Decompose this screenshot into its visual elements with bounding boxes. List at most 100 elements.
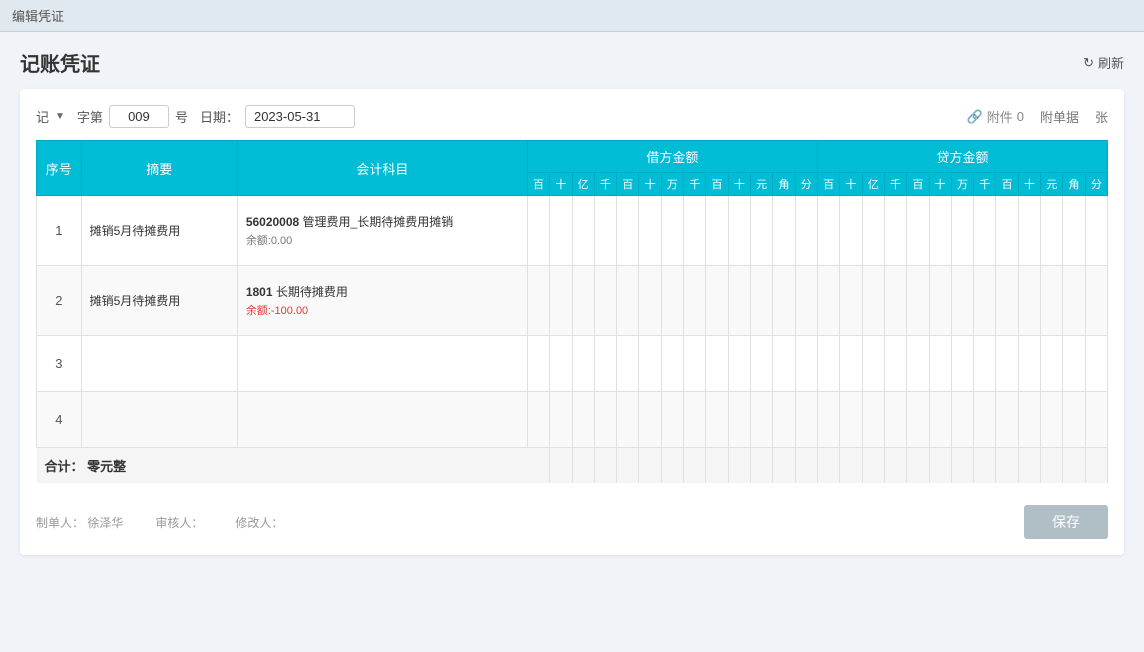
- cell-credit-0-2[interactable]: [862, 196, 884, 266]
- cell-debit-3-8[interactable]: [706, 392, 728, 448]
- cell-credit-1-12[interactable]: [1085, 266, 1107, 336]
- cell-credit-0-3[interactable]: [884, 196, 906, 266]
- cell-credit-2-8[interactable]: [996, 336, 1018, 392]
- cell-credit-1-3[interactable]: [884, 266, 906, 336]
- cell-credit-3-12[interactable]: [1085, 392, 1107, 448]
- cell-debit-2-5[interactable]: [639, 336, 661, 392]
- date-input[interactable]: [245, 105, 355, 128]
- cell-debit-1-7[interactable]: [684, 266, 706, 336]
- cell-credit-1-7[interactable]: [974, 266, 996, 336]
- cell-credit-2-1[interactable]: [840, 336, 862, 392]
- cell-credit-3-2[interactable]: [862, 392, 884, 448]
- cell-credit-3-9[interactable]: [1018, 392, 1040, 448]
- cell-credit-0-0[interactable]: [817, 196, 839, 266]
- cell-credit-2-11[interactable]: [1063, 336, 1085, 392]
- cell-debit-0-5[interactable]: [639, 196, 661, 266]
- cell-debit-2-2[interactable]: [572, 336, 594, 392]
- cell-debit-0-1[interactable]: [550, 196, 572, 266]
- cell-credit-1-2[interactable]: [862, 266, 884, 336]
- cell-credit-2-2[interactable]: [862, 336, 884, 392]
- cell-credit-1-5[interactable]: [929, 266, 951, 336]
- cell-debit-0-10[interactable]: [751, 196, 773, 266]
- attachment-link[interactable]: 🔗 附件 0: [967, 107, 1024, 126]
- cell-debit-0-7[interactable]: [684, 196, 706, 266]
- cell-debit-3-9[interactable]: [728, 392, 750, 448]
- cell-summary-2[interactable]: [81, 336, 237, 392]
- cell-credit-2-7[interactable]: [974, 336, 996, 392]
- cell-credit-2-12[interactable]: [1085, 336, 1107, 392]
- cell-credit-1-9[interactable]: [1018, 266, 1040, 336]
- cell-debit-3-12[interactable]: [795, 392, 817, 448]
- cell-debit-1-12[interactable]: [795, 266, 817, 336]
- cell-seq-0[interactable]: 1: [37, 196, 82, 266]
- cell-debit-3-11[interactable]: [773, 392, 795, 448]
- cell-credit-1-8[interactable]: [996, 266, 1018, 336]
- cell-seq-3[interactable]: 4: [37, 392, 82, 448]
- cell-debit-3-0[interactable]: [527, 392, 549, 448]
- cell-debit-3-6[interactable]: [661, 392, 683, 448]
- cell-debit-1-4[interactable]: [617, 266, 639, 336]
- cell-credit-0-1[interactable]: [840, 196, 862, 266]
- cell-credit-3-6[interactable]: [951, 392, 973, 448]
- cell-debit-2-7[interactable]: [684, 336, 706, 392]
- cell-debit-1-3[interactable]: [594, 266, 616, 336]
- cell-account-2[interactable]: [237, 336, 527, 392]
- save-button[interactable]: 保存: [1024, 505, 1108, 539]
- cell-credit-2-9[interactable]: [1018, 336, 1040, 392]
- cell-credit-3-8[interactable]: [996, 392, 1018, 448]
- cell-debit-1-11[interactable]: [773, 266, 795, 336]
- cell-debit-2-8[interactable]: [706, 336, 728, 392]
- cell-credit-0-11[interactable]: [1063, 196, 1085, 266]
- voucher-number-input[interactable]: [109, 105, 169, 128]
- cell-debit-2-12[interactable]: [795, 336, 817, 392]
- cell-debit-0-12[interactable]: [795, 196, 817, 266]
- cell-credit-2-3[interactable]: [884, 336, 906, 392]
- cell-credit-0-9[interactable]: [1018, 196, 1040, 266]
- cell-debit-0-11[interactable]: [773, 196, 795, 266]
- cell-credit-1-1[interactable]: [840, 266, 862, 336]
- cell-credit-2-6[interactable]: [951, 336, 973, 392]
- cell-credit-0-5[interactable]: [929, 196, 951, 266]
- cell-debit-1-6[interactable]: [661, 266, 683, 336]
- cell-debit-0-3[interactable]: [594, 196, 616, 266]
- cell-debit-1-5[interactable]: [639, 266, 661, 336]
- cell-debit-3-4[interactable]: [617, 392, 639, 448]
- cell-debit-2-11[interactable]: [773, 336, 795, 392]
- cell-credit-0-10[interactable]: [1041, 196, 1063, 266]
- cell-debit-3-7[interactable]: [684, 392, 706, 448]
- cell-credit-0-7[interactable]: [974, 196, 996, 266]
- cell-debit-1-8[interactable]: [706, 266, 728, 336]
- cell-debit-2-1[interactable]: [550, 336, 572, 392]
- cell-credit-0-8[interactable]: [996, 196, 1018, 266]
- cell-debit-2-0[interactable]: [527, 336, 549, 392]
- cell-credit-3-5[interactable]: [929, 392, 951, 448]
- cell-debit-3-1[interactable]: [550, 392, 572, 448]
- cell-credit-1-11[interactable]: [1063, 266, 1085, 336]
- cell-credit-3-10[interactable]: [1041, 392, 1063, 448]
- cell-debit-2-4[interactable]: [617, 336, 639, 392]
- cell-debit-3-10[interactable]: [751, 392, 773, 448]
- cell-credit-0-12[interactable]: [1085, 196, 1107, 266]
- cell-account-1[interactable]: 1801 长期待摊费用余额:-100.00: [237, 266, 527, 336]
- cell-debit-0-4[interactable]: [617, 196, 639, 266]
- cell-seq-1[interactable]: 2: [37, 266, 82, 336]
- cell-credit-1-4[interactable]: [907, 266, 929, 336]
- cell-debit-3-3[interactable]: [594, 392, 616, 448]
- cell-credit-3-3[interactable]: [884, 392, 906, 448]
- cell-debit-2-9[interactable]: [728, 336, 750, 392]
- cell-debit-1-10[interactable]: [751, 266, 773, 336]
- cell-debit-2-3[interactable]: [594, 336, 616, 392]
- cell-account-0[interactable]: 56020008 管理费用_长期待摊费用摊销余额:0.00: [237, 196, 527, 266]
- cell-debit-1-1[interactable]: [550, 266, 572, 336]
- cell-debit-3-5[interactable]: [639, 392, 661, 448]
- cell-credit-2-5[interactable]: [929, 336, 951, 392]
- cell-credit-2-4[interactable]: [907, 336, 929, 392]
- cell-credit-3-11[interactable]: [1063, 392, 1085, 448]
- cell-debit-1-9[interactable]: [728, 266, 750, 336]
- cell-summary-3[interactable]: [81, 392, 237, 448]
- cell-debit-0-0[interactable]: [527, 196, 549, 266]
- cell-debit-2-6[interactable]: [661, 336, 683, 392]
- cell-debit-0-6[interactable]: [661, 196, 683, 266]
- cell-debit-0-2[interactable]: [572, 196, 594, 266]
- cell-summary-0[interactable]: 摊销5月待摊费用: [81, 196, 237, 266]
